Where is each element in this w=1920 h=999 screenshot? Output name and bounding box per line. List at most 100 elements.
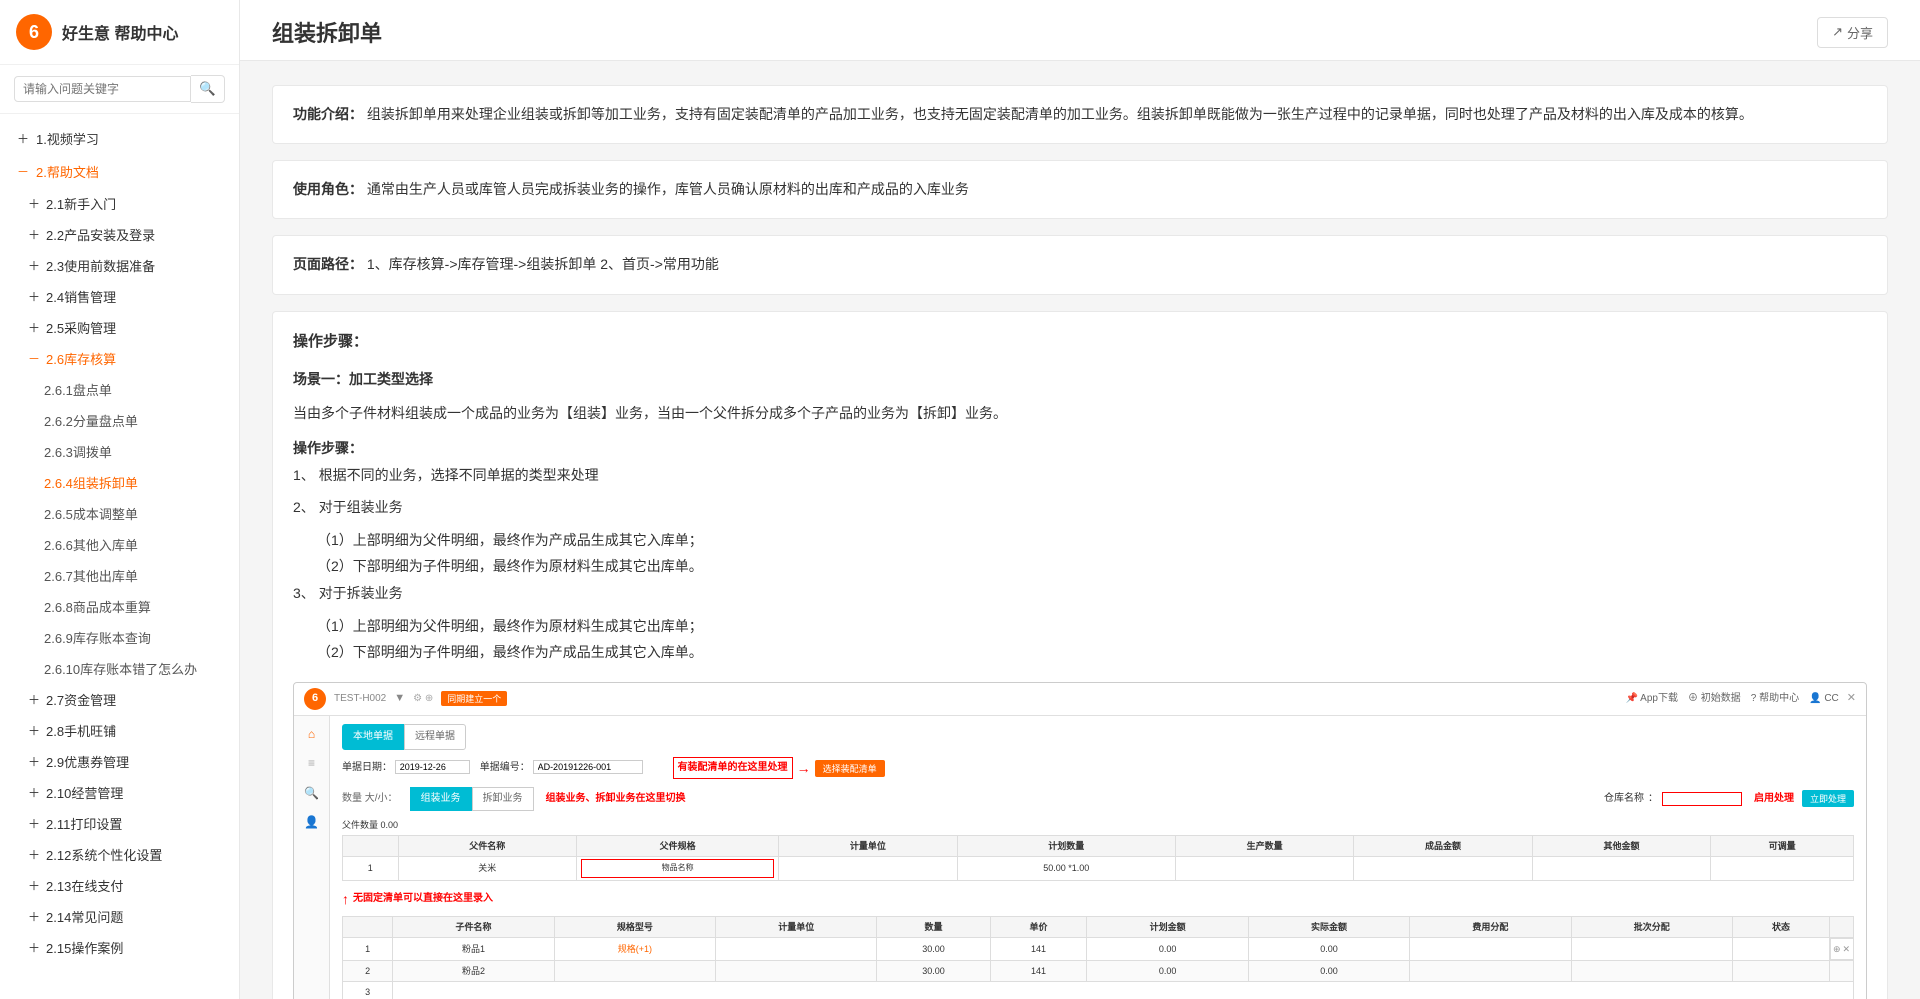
confirm-btn[interactable]: 立即处理 (1802, 790, 1854, 807)
share-button[interactable]: ↗ 分享 (1817, 17, 1888, 48)
plus-icon-print: ＋ (28, 815, 40, 832)
path-text: 1、库存核算->库存管理->组装拆卸单 2、首页->常用功能 (367, 256, 719, 272)
logo-area: 6 好生意 帮助中心 (0, 0, 239, 65)
orange-new-btn[interactable]: 同期建立一个 (441, 691, 507, 706)
item-name-input[interactable]: 物品名称 (581, 859, 774, 877)
plus-icon-install: ＋ (28, 226, 40, 243)
sidebar: 6 好生意 帮助中心 🔍 ＋ 1.视频学习 － 2.帮助文档 ＋ 2.1新手入门 (0, 0, 240, 999)
copy-icon[interactable]: ⊕ (1833, 941, 1841, 957)
sidebar-item-install[interactable]: ＋ 2.2产品安装及登录 (0, 219, 239, 250)
sidebar-item-transfer[interactable]: 2.6.3调拨单 (0, 436, 239, 467)
scene1-desc: 当由多个子件材料组装成一个成品的业务为【组装】业务，当由一个父件拆分成多个子产品… (293, 400, 1867, 427)
main-area: 组装拆卸单 ↗ 分享 功能介绍： 组装拆卸单用来处理企业组装或拆卸等加工业务，支… (240, 0, 1920, 999)
page-title: 组装拆卸单 (272, 16, 382, 48)
del-icon[interactable]: ✕ (1843, 941, 1851, 957)
sidebar-item-otherin[interactable]: 2.6.6其他入库单 (0, 529, 239, 560)
app-icon-3: ? 帮助中心 (1751, 690, 1799, 708)
lcol-actual-amt: 实际金额 (1248, 916, 1409, 937)
form-date-field: 单据日期： (342, 759, 470, 777)
tab-remote[interactable]: 远程单据 (404, 724, 466, 750)
strip-icon-list[interactable]: ≡ (308, 753, 315, 775)
sidebar-item-video[interactable]: ＋ 1.视频学习 (0, 122, 239, 155)
sidebar-item-costrecalc[interactable]: 2.6.8商品成本重算 (0, 591, 239, 622)
cell-adj-qty (1711, 857, 1854, 880)
sidebar-item-print[interactable]: ＋ 2.11打印设置 (0, 808, 239, 839)
lower-table: 子件名称 规格型号 计量单位 数量 单价 计划金额 实际金额 费用分配 批次分配 (342, 916, 1854, 999)
plus-icon-online: ＋ (28, 877, 40, 894)
close-icon[interactable]: ✕ (1847, 689, 1856, 709)
sidebar-item-mobile[interactable]: ＋ 2.8手机旺铺 (0, 715, 239, 746)
sidebar-item-prep[interactable]: ＋ 2.3使用前数据准备 (0, 250, 239, 281)
select-assembly-btn[interactable]: 选择装配清单 (815, 760, 885, 777)
search-input[interactable] (14, 76, 191, 102)
col-unit: 计量单位 (779, 836, 957, 857)
sidebar-item-otherout[interactable]: 2.6.7其他出库单 (0, 560, 239, 591)
plus-icon-sales: ＋ (28, 288, 40, 305)
role-label: 使用角色： (293, 181, 363, 197)
type-tabs: 组装业务 拆卸业务 (410, 787, 534, 811)
sidebar-item-coupon[interactable]: ＋ 2.9优惠券管理 (0, 746, 239, 777)
steps-card: 操作步骤： 场景一：加工类型选择 当由多个子件材料组装成一个成品的业务为【组装】… (272, 311, 1888, 999)
sidebar-item-purchase[interactable]: ＋ 2.5采购管理 (0, 312, 239, 343)
tab-row: 本地单据 远程单据 (342, 724, 1854, 750)
sidebar-item-stockcheck[interactable]: 2.6.1盘点单 (0, 374, 239, 405)
lcol-price: 单价 (990, 916, 1087, 937)
sidebar-item-partcheck[interactable]: 2.6.2分量盘点单 (0, 405, 239, 436)
role-text: 通常由生产人员或库管人员完成拆装业务的操作，库管人员确认原材料的出库和产成品的入… (367, 181, 969, 197)
form-date-input[interactable] (395, 760, 470, 774)
arrow-up: ↑ (342, 887, 349, 912)
col-seq (343, 836, 399, 857)
sidebar-item-new[interactable]: ＋ 2.1新手入门 (0, 188, 239, 219)
tab-local[interactable]: 本地单据 (342, 724, 404, 750)
quantity-label: 数量 大/小： (342, 790, 398, 808)
tab-disassembly[interactable]: 拆卸业务 (472, 787, 534, 811)
step-3-text: 对于拆装业务 (319, 585, 403, 601)
cell-spec: 物品名称 (577, 857, 779, 880)
strip-icon-home[interactable]: ⌂ (308, 724, 315, 746)
sidebar-nav: ＋ 1.视频学习 － 2.帮助文档 ＋ 2.1新手入门 ＋ 2.2产品安装及登录 (0, 114, 239, 999)
cell-prod-qty (1175, 857, 1353, 880)
sidebar-item-cases[interactable]: ＋ 2.15操作案例 (0, 932, 239, 963)
screenshot-container: 6 TEST-H002 ▼ ⚙ ⊕ 同期建立一个 📌 App下载 ⊕ 初始数据 … (293, 682, 1867, 999)
sidebar-item-costadj[interactable]: 2.6.5成本调整单 (0, 498, 239, 529)
strip-icon-user[interactable]: 👤 (304, 812, 319, 834)
warehouse-input[interactable] (1662, 792, 1742, 806)
path-label: 页面路径： (293, 256, 363, 272)
plus-icon-finance: ＋ (28, 691, 40, 708)
col-prod-qty: 生产数量 (1175, 836, 1353, 857)
plus-icon-purchase: ＋ (28, 319, 40, 336)
scene1-title: 场景一：加工类型选择 (293, 367, 1867, 392)
plus-icon-prep: ＋ (28, 257, 40, 274)
step-3-num: 3、 (293, 585, 315, 601)
step-2-sub-1: （1）上部明细为父件明细，最终作为产成品生成其它入库单； (317, 527, 1867, 554)
sidebar-item-assembly[interactable]: 2.6.4组装拆卸单 (0, 467, 239, 498)
type-tabs-row: 数量 大/小： 组装业务 拆卸业务 组装业务、拆卸业务在这里切换 仓库名称： 启… (342, 787, 1854, 811)
sidebar-item-ops[interactable]: ＋ 2.10经营管理 (0, 777, 239, 808)
intro-label: 功能介绍： (293, 106, 363, 122)
strip-icon-search[interactable]: 🔍 (304, 783, 319, 805)
sidebar-item-custom[interactable]: ＋ 2.12系统个性化设置 (0, 839, 239, 870)
col-plan-qty: 计划数量 (957, 836, 1175, 857)
sidebar-item-online[interactable]: ＋ 2.13在线支付 (0, 870, 239, 901)
step-2-subs: （1）上部明细为父件明细，最终作为产成品生成其它入库单； （2）下部明细为子件明… (293, 527, 1867, 580)
app-sidebar-strip: ⌂ ≡ 🔍 👤 (294, 716, 330, 999)
sidebar-item-help[interactable]: － 2.帮助文档 (0, 155, 239, 188)
lcol-qty: 数量 (877, 916, 990, 937)
sidebar-item-finance[interactable]: ＋ 2.7资金管理 (0, 684, 239, 715)
path-card: 页面路径： 1、库存核算->库存管理->组装拆卸单 2、首页->常用功能 (272, 235, 1888, 294)
tab-assembly[interactable]: 组装业务 (410, 787, 472, 811)
sidebar-item-stockerror[interactable]: 2.6.10库存账本错了怎么办 (0, 653, 239, 684)
plus-icon-mobile: ＋ (28, 722, 40, 739)
sidebar-item-faq[interactable]: ＋ 2.14常见问题 (0, 901, 239, 932)
search-button[interactable]: 🔍 (191, 75, 225, 103)
page-header: 组装拆卸单 ↗ 分享 (240, 0, 1920, 61)
annotation2-label: 组装业务、拆卸业务在这里切换 (546, 790, 686, 808)
sidebar-item-inventory[interactable]: － 2.6库存核算 (0, 343, 239, 374)
search-bar: 🔍 (0, 65, 239, 114)
sidebar-item-sales[interactable]: ＋ 2.4销售管理 (0, 281, 239, 312)
app-layout: ⌂ ≡ 🔍 👤 本地单据 远程单据 (294, 716, 1866, 999)
plus-icon-coupon: ＋ (28, 753, 40, 770)
form-id-input[interactable] (533, 760, 643, 774)
col-prod-amount: 成品金额 (1354, 836, 1532, 857)
sidebar-item-stockcheck2[interactable]: 2.6.9库存账本查询 (0, 622, 239, 653)
